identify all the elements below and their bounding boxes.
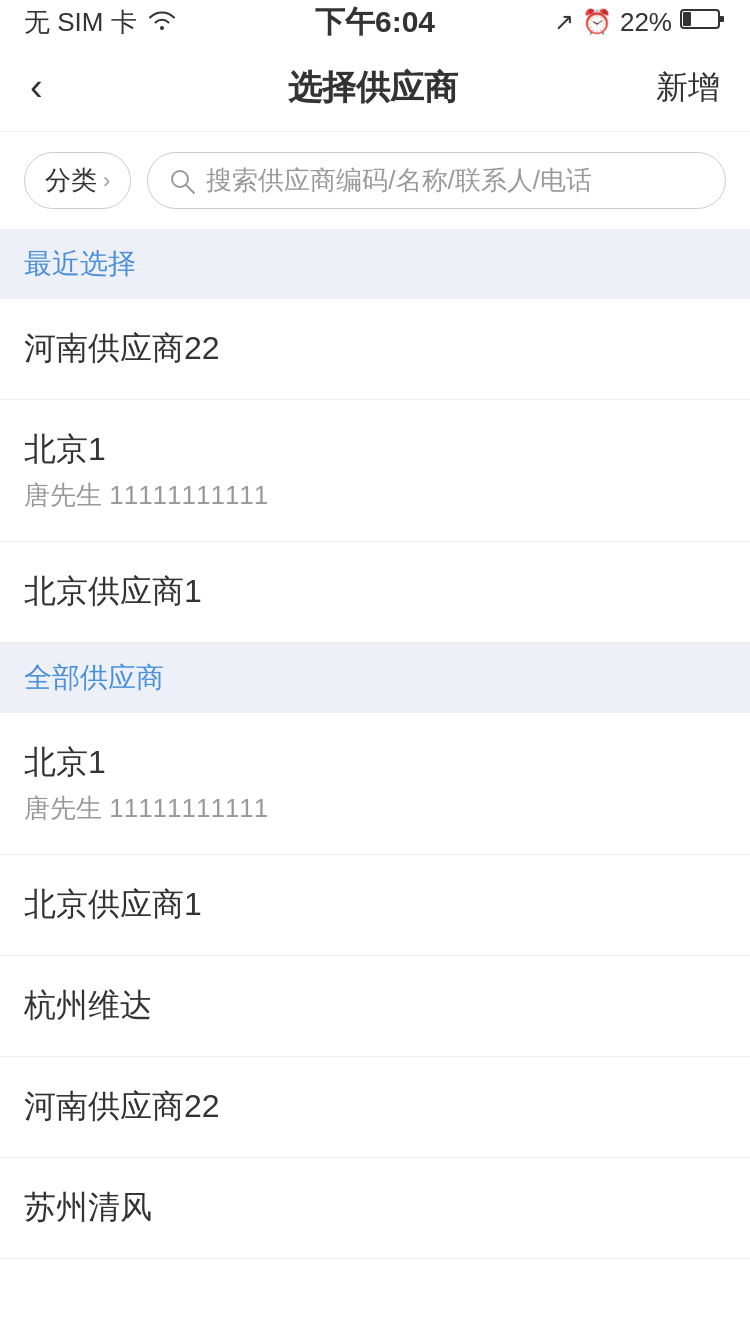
category-button[interactable]: 分类 › xyxy=(24,152,131,209)
wifi-icon xyxy=(147,7,177,38)
filter-bar: 分类 › 搜索供应商编码/名称/联系人/电话 xyxy=(0,132,750,229)
search-box[interactable]: 搜索供应商编码/名称/联系人/电话 xyxy=(147,152,726,209)
alarm-icon: ⏰ xyxy=(582,8,612,36)
all-section-label: 全部供应商 xyxy=(24,662,164,693)
all-list-item[interactable]: 北京1 唐先生 11111111111 xyxy=(0,713,750,855)
item-name: 河南供应商22 xyxy=(24,327,726,371)
status-right: ↗ ⏰ 22% xyxy=(554,7,726,38)
recent-section-header: 最近选择 xyxy=(0,229,750,299)
item-name: 杭州维达 xyxy=(24,984,726,1028)
all-items-list: 北京1 唐先生 11111111111 北京供应商1 杭州维达河南供应商22 苏州清风 xyxy=(0,713,750,1259)
recent-list-item[interactable]: 河南供应商22 xyxy=(0,299,750,400)
carrier-label: 无 SIM 卡 xyxy=(24,5,137,40)
item-sub: 唐先生 11111111111 xyxy=(24,478,726,513)
item-sub: 唐先生 11111111111 xyxy=(24,791,726,826)
status-left: 无 SIM 卡 xyxy=(24,5,177,40)
battery-icon xyxy=(680,7,726,38)
search-icon xyxy=(168,167,196,195)
recent-section-label: 最近选择 xyxy=(24,248,136,279)
recent-items-list: 河南供应商22 北京1 唐先生 11111111111 北京供应商1 xyxy=(0,299,750,643)
category-arrow-icon: › xyxy=(103,168,110,194)
battery-label: 22% xyxy=(620,7,672,38)
add-button[interactable]: 新增 xyxy=(656,66,720,110)
item-name: 河南供应商22 xyxy=(24,1085,726,1129)
item-name: 北京1 xyxy=(24,741,726,785)
back-button[interactable]: ‹ xyxy=(30,66,90,109)
page-title: 选择供应商 xyxy=(288,65,458,111)
item-name: 北京供应商1 xyxy=(24,883,726,927)
status-time: 下午6:04 xyxy=(315,2,435,43)
svg-rect-2 xyxy=(719,16,724,22)
location-icon: ↗ xyxy=(554,8,574,36)
status-bar: 无 SIM 卡 下午6:04 ↗ ⏰ 22% xyxy=(0,0,750,44)
all-list-item[interactable]: 河南供应商22 xyxy=(0,1057,750,1158)
all-section-header: 全部供应商 xyxy=(0,643,750,713)
recent-list-item[interactable]: 北京1 唐先生 11111111111 xyxy=(0,400,750,542)
nav-bar: ‹ 选择供应商 新增 xyxy=(0,44,750,132)
all-list-item[interactable]: 苏州清风 xyxy=(0,1158,750,1259)
item-name: 北京供应商1 xyxy=(24,570,726,614)
category-label: 分类 xyxy=(45,163,97,198)
item-name: 苏州清风 xyxy=(24,1186,726,1230)
svg-rect-1 xyxy=(683,12,691,26)
search-placeholder: 搜索供应商编码/名称/联系人/电话 xyxy=(206,163,592,198)
all-list-item[interactable]: 北京供应商1 xyxy=(0,855,750,956)
item-name: 北京1 xyxy=(24,428,726,472)
recent-list-item[interactable]: 北京供应商1 xyxy=(0,542,750,643)
svg-line-4 xyxy=(186,185,194,193)
all-list-item[interactable]: 杭州维达 xyxy=(0,956,750,1057)
